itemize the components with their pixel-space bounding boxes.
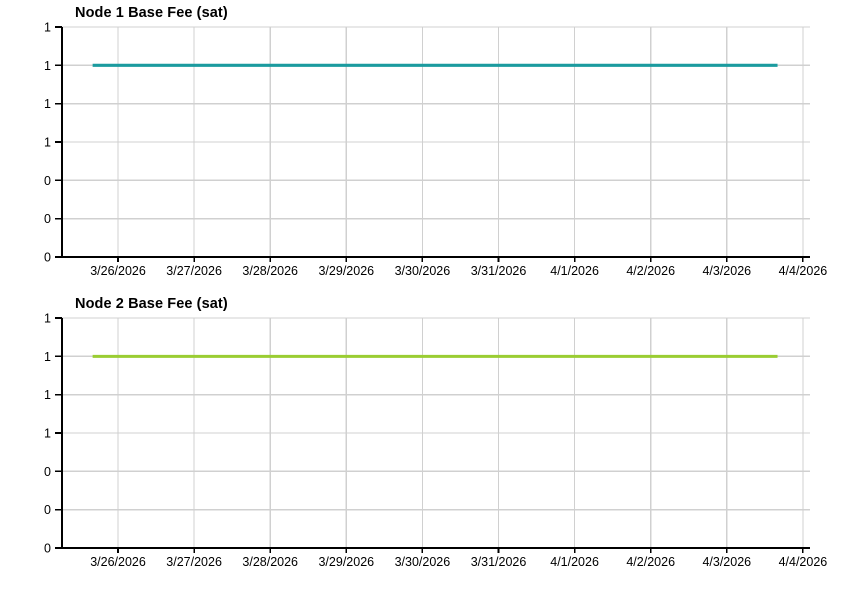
svg-text:3/28/2026: 3/28/2026 — [242, 264, 298, 278]
svg-text:4/1/2026: 4/1/2026 — [550, 555, 599, 569]
svg-text:1: 1 — [44, 312, 51, 326]
node2-base-fee-plot: 1 1 1 1 0 0 0 3/26/2026 3/27/2026 3/28/2026 3/29/2… — [44, 312, 828, 570]
svg-text:1: 1 — [44, 350, 51, 364]
svg-text:0: 0 — [44, 542, 51, 556]
svg-text:3/30/2026: 3/30/2026 — [395, 555, 451, 569]
svg-text:4/4/2026: 4/4/2026 — [779, 264, 828, 278]
chart-node1-base-fee: Node 1 Base Fee (sat) 1 1 1 1 0 0 0 3/26/2026 3/… — [0, 0, 860, 290]
svg-text:1: 1 — [44, 97, 51, 111]
svg-text:4/4/2026: 4/4/2026 — [779, 555, 828, 569]
svg-text:3/27/2026: 3/27/2026 — [166, 555, 222, 569]
svg-text:3/30/2026: 3/30/2026 — [395, 264, 451, 278]
svg-text:3/27/2026: 3/27/2026 — [166, 264, 222, 278]
node1-base-fee-plot: 1 1 1 1 0 0 0 3/26/2026 3/27/2026 3/28/2026 3/29/2… — [44, 21, 828, 279]
svg-text:0: 0 — [44, 174, 51, 188]
svg-text:1: 1 — [44, 136, 51, 150]
svg-text:4/3/2026: 4/3/2026 — [702, 264, 751, 278]
svg-text:0: 0 — [44, 503, 51, 517]
svg-text:4/1/2026: 4/1/2026 — [550, 264, 599, 278]
svg-text:0: 0 — [44, 212, 51, 226]
svg-text:1: 1 — [44, 427, 51, 441]
svg-text:3/26/2026: 3/26/2026 — [90, 555, 146, 569]
svg-text:1: 1 — [44, 388, 51, 402]
chart-node2-base-fee: Node 2 Base Fee (sat) 1 1 1 1 0 0 0 3/26/2026 3/… — [0, 291, 860, 600]
svg-text:1: 1 — [44, 59, 51, 73]
svg-text:3/29/2026: 3/29/2026 — [318, 555, 374, 569]
svg-text:0: 0 — [44, 251, 51, 265]
svg-text:3/26/2026: 3/26/2026 — [90, 264, 146, 278]
svg-text:0: 0 — [44, 465, 51, 479]
base-fee-dashboard: Node 1 Base Fee (sat) 1 1 1 1 0 0 0 3/26/2026 3/… — [0, 0, 860, 600]
svg-text:3/31/2026: 3/31/2026 — [471, 555, 527, 569]
svg-text:3/31/2026: 3/31/2026 — [471, 264, 527, 278]
svg-text:4/2/2026: 4/2/2026 — [626, 555, 675, 569]
svg-text:4/3/2026: 4/3/2026 — [702, 555, 751, 569]
svg-text:3/28/2026: 3/28/2026 — [242, 555, 298, 569]
svg-text:3/29/2026: 3/29/2026 — [318, 264, 374, 278]
svg-text:1: 1 — [44, 21, 51, 35]
svg-text:4/2/2026: 4/2/2026 — [626, 264, 675, 278]
